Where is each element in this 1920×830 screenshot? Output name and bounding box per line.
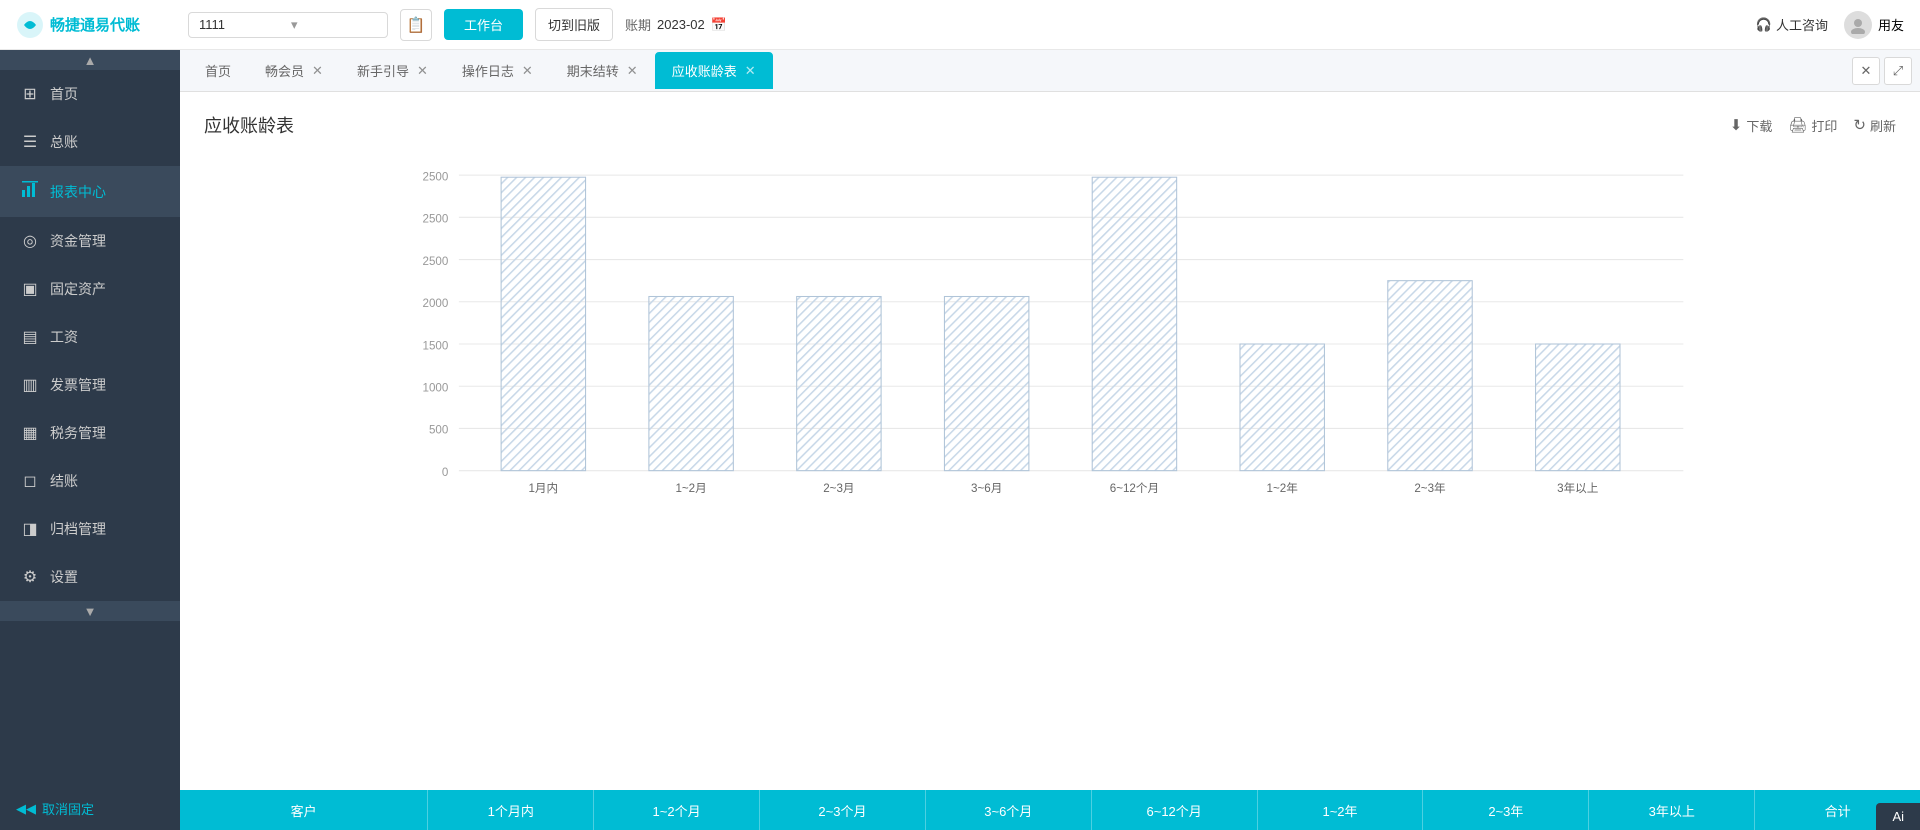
calendar-icon[interactable]: 📅 — [711, 17, 727, 33]
col-1-2m: 1~2个月 — [594, 790, 760, 830]
tabs-actions: ✕ ⤢ — [1852, 57, 1912, 85]
funds-icon: ◎ — [20, 231, 40, 251]
tabs-bar: 首页 畅会员 ✕ 新手引导 ✕ 操作日志 ✕ 期末结转 ✕ 应收账龄表 ✕ — [180, 50, 1920, 92]
close-account-icon: ◻ — [20, 471, 40, 491]
sidebar-item-home[interactable]: ⊞ 首页 — [0, 70, 180, 118]
svg-text:2~3年: 2~3年 — [1414, 481, 1446, 495]
tab-period-close-close[interactable]: ✕ — [627, 63, 638, 79]
home-icon: ⊞ — [20, 84, 40, 104]
sidebar-item-tax[interactable]: ▦ 税务管理 — [0, 409, 180, 457]
tab-member[interactable]: 畅会员 ✕ — [248, 52, 340, 89]
refresh-button[interactable]: ↻ 刷新 — [1853, 116, 1896, 135]
page-content: 应收账龄表 ⬇ 下载 🖨 打印 ↻ 刷新 — [180, 92, 1920, 830]
sidebar-item-payroll[interactable]: ▤ 工资 — [0, 313, 180, 361]
svg-text:2~3月: 2~3月 — [823, 482, 854, 495]
headset-icon: 🎧 — [1756, 17, 1772, 33]
sidebar-item-assets[interactable]: ▣ 固定资产 — [0, 265, 180, 313]
col-1-2y: 1~2年 — [1258, 790, 1424, 830]
bar-chart: 2500 2500 2500 2000 1500 1000 500 0 — [204, 154, 1896, 534]
download-button[interactable]: ⬇ 下载 — [1730, 116, 1773, 135]
col-2-3m: 2~3个月 — [760, 790, 926, 830]
sidebar-scroll-up[interactable]: ▲ — [0, 50, 180, 70]
avatar — [1844, 11, 1872, 39]
page-actions: ⬇ 下载 🖨 打印 ↻ 刷新 — [1730, 116, 1896, 135]
svg-text:1~2月: 1~2月 — [675, 482, 706, 495]
top-right-area: 🎧 人工咨询 用友 — [1756, 11, 1904, 39]
svg-text:1月内: 1月内 — [528, 481, 558, 495]
sidebar-item-archive[interactable]: ◨ 归档管理 — [0, 505, 180, 553]
refresh-icon: ↻ — [1853, 116, 1866, 134]
ai-badge[interactable]: Ai — [1876, 803, 1920, 830]
assets-icon: ▣ — [20, 279, 40, 299]
svg-text:3年以上: 3年以上 — [1557, 481, 1599, 495]
chart-container: 2500 2500 2500 2000 1500 1000 500 0 — [204, 154, 1896, 534]
svg-text:2500: 2500 — [423, 213, 449, 226]
page-title: 应收账龄表 — [204, 112, 294, 138]
invoice-icon: ▥ — [20, 375, 40, 395]
pin-icon: ◀◀ — [16, 801, 36, 817]
sidebar-pin-toggle[interactable]: ◀◀ 取消固定 — [0, 787, 180, 830]
tab-ar-aging-close[interactable]: ✕ — [745, 63, 756, 79]
workbench-button[interactable]: 工作台 — [444, 9, 523, 40]
tab-guide[interactable]: 新手引导 ✕ — [340, 52, 445, 89]
tab-ar-aging[interactable]: 应收账龄表 ✕ — [655, 52, 773, 89]
tab-member-close[interactable]: ✕ — [312, 63, 323, 79]
archive-icon-btn[interactable]: 📋 — [400, 9, 432, 41]
sidebar-item-settings[interactable]: ⚙ 设置 — [0, 553, 180, 601]
app-logo: 畅捷通易代账 — [16, 11, 176, 39]
user-area[interactable]: 用友 — [1844, 11, 1904, 39]
settings-icon: ⚙ — [20, 567, 40, 587]
tab-oplog[interactable]: 操作日志 ✕ — [445, 52, 550, 89]
svg-text:1000: 1000 — [423, 382, 449, 395]
top-bar: 畅捷通易代账 1111 ▾ 📋 工作台 切到旧版 账期 2023-02 📅 🎧 … — [0, 0, 1920, 50]
tab-oplog-close[interactable]: ✕ — [522, 63, 533, 79]
sidebar-item-invoice[interactable]: ▥ 发票管理 — [0, 361, 180, 409]
tab-home[interactable]: 首页 — [188, 52, 248, 89]
table-column-headers: 客户 1个月内 1~2个月 2~3个月 3~6个月 6~12个月 — [180, 790, 1920, 830]
svg-text:2000: 2000 — [423, 297, 449, 310]
col-2-3y: 2~3年 — [1423, 790, 1589, 830]
sidebar: ▲ ⊞ 首页 ☰ 总账 报表中心 ◎ 资金管理 ▣ 固定资产 ▤ 工资 ▥ — [0, 50, 180, 830]
archive-icon: ◨ — [20, 519, 40, 539]
sidebar-item-close[interactable]: ◻ 结账 — [0, 457, 180, 505]
page-header: 应收账龄表 ⬇ 下载 🖨 打印 ↻ 刷新 — [204, 112, 1896, 138]
sidebar-item-ledger[interactable]: ☰ 总账 — [0, 118, 180, 166]
company-selector[interactable]: 1111 ▾ — [188, 12, 388, 38]
consult-button[interactable]: 🎧 人工咨询 — [1756, 15, 1828, 34]
ledger-icon: ☰ — [20, 132, 40, 152]
svg-text:1~2年: 1~2年 — [1267, 481, 1299, 495]
svg-text:3~6月: 3~6月 — [971, 482, 1002, 495]
svg-text:1500: 1500 — [423, 339, 449, 352]
tab-guide-close[interactable]: ✕ — [417, 63, 428, 79]
main-layout: ▲ ⊞ 首页 ☰ 总账 报表中心 ◎ 资金管理 ▣ 固定资产 ▤ 工资 ▥ — [0, 50, 1920, 830]
print-icon: 🖨 — [1788, 116, 1807, 134]
sidebar-item-funds[interactable]: ◎ 资金管理 — [0, 217, 180, 265]
col-6-12m: 6~12个月 — [1092, 790, 1258, 830]
content-area: 首页 畅会员 ✕ 新手引导 ✕ 操作日志 ✕ 期末结转 ✕ 应收账龄表 ✕ — [180, 50, 1920, 830]
tab-period-close[interactable]: 期末结转 ✕ — [550, 52, 655, 89]
tabs-expand-button[interactable]: ⤢ — [1884, 57, 1912, 85]
period-area: 账期 2023-02 📅 — [625, 15, 727, 34]
tabs-close-all-button[interactable]: ✕ — [1852, 57, 1880, 85]
svg-text:500: 500 — [429, 424, 448, 437]
download-icon: ⬇ — [1730, 116, 1743, 134]
reports-icon — [20, 180, 40, 203]
switch-version-button[interactable]: 切到旧版 — [535, 8, 613, 41]
dropdown-arrow-icon: ▾ — [291, 17, 377, 33]
svg-text:0: 0 — [442, 466, 448, 479]
tax-icon: ▦ — [20, 423, 40, 443]
col-3-6m: 3~6个月 — [926, 790, 1092, 830]
svg-text:6~12个月: 6~12个月 — [1110, 482, 1159, 495]
sidebar-item-reports[interactable]: 报表中心 — [0, 166, 180, 217]
col-customer: 客户 — [180, 790, 428, 830]
print-button[interactable]: 🖨 打印 — [1788, 116, 1837, 135]
sidebar-scroll-down[interactable]: ▼ — [0, 601, 180, 621]
col-3y-plus: 3年以上 — [1589, 790, 1755, 830]
col-1m: 1个月内 — [428, 790, 594, 830]
svg-text:2500: 2500 — [423, 255, 449, 268]
svg-text:2500: 2500 — [423, 170, 449, 183]
payroll-icon: ▤ — [20, 327, 40, 347]
